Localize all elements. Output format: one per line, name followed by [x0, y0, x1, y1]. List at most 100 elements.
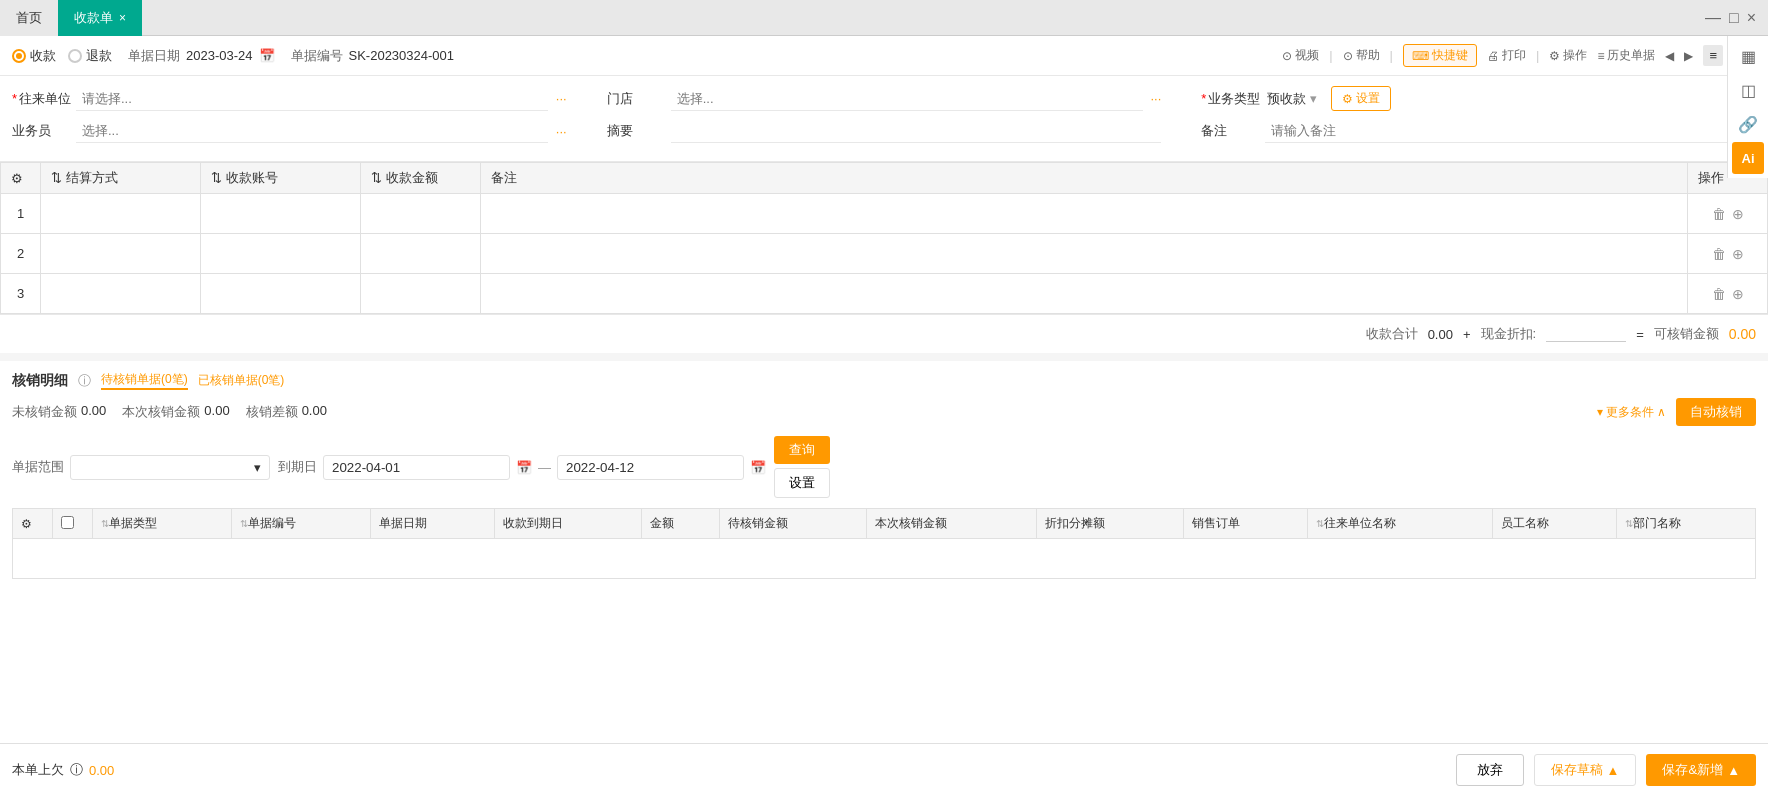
- doc-date-group: 单据日期 2023-03-24 📅: [128, 47, 275, 65]
- tab-receipt[interactable]: 收款单 ×: [58, 0, 142, 36]
- col-amount-label: 收款金额: [386, 170, 438, 185]
- row2-amount[interactable]: [361, 234, 481, 274]
- info-icon[interactable]: ⓘ: [78, 372, 91, 390]
- doc-no-value[interactable]: SK-20230324-001: [349, 48, 455, 63]
- row2-account[interactable]: [201, 234, 361, 274]
- btn-video[interactable]: ⊙ 视频: [1282, 47, 1319, 64]
- col-remark-label: 备注: [491, 170, 517, 185]
- history-icon: ≡: [1597, 49, 1604, 63]
- sidebar-doc-icon[interactable]: ◫: [1732, 74, 1764, 106]
- row2-copy-icon[interactable]: ⊕: [1732, 246, 1744, 262]
- row3-remark[interactable]: [481, 274, 1688, 314]
- unverified-label: 未核销金额: [12, 403, 77, 421]
- row3-settle[interactable]: [41, 274, 201, 314]
- radio-refund[interactable]: 退款: [68, 47, 112, 65]
- video-icon: ⊙: [1282, 49, 1292, 63]
- btn-help[interactable]: ⊙ 帮助: [1343, 47, 1380, 64]
- doc-date-value[interactable]: 2023-03-24: [186, 48, 253, 63]
- query-button[interactable]: 查询: [774, 436, 830, 464]
- sidebar-table-icon[interactable]: ▦: [1732, 40, 1764, 72]
- business-type-select[interactable]: 预收款 ▾: [1267, 90, 1317, 108]
- counterpart-input[interactable]: [76, 87, 548, 111]
- salesperson-more[interactable]: ···: [556, 124, 567, 139]
- table-row: 3 🗑 ⊕: [1, 274, 1768, 314]
- row3-account[interactable]: [201, 274, 361, 314]
- equals-sign: =: [1636, 327, 1644, 342]
- btn-print[interactable]: 🖨 打印: [1487, 47, 1526, 64]
- sub-col-gear[interactable]: ⚙: [13, 509, 53, 539]
- salesperson-input[interactable]: [76, 119, 548, 143]
- plus-sign: +: [1463, 327, 1471, 342]
- discount-label: 现金折扣:: [1481, 325, 1537, 343]
- table-row: 1 🗑 ⊕: [1, 194, 1768, 234]
- row3-delete-icon[interactable]: 🗑: [1712, 286, 1726, 302]
- col-remark-header: 备注: [481, 163, 1688, 194]
- row2-action: 🗑 ⊕: [1688, 234, 1768, 274]
- row1-copy-icon[interactable]: ⊕: [1732, 206, 1744, 222]
- counterpart-more[interactable]: ···: [556, 91, 567, 106]
- auto-cancel-button[interactable]: 自动核销: [1676, 398, 1756, 426]
- tab-receipt-label: 收款单: [74, 9, 113, 27]
- more-conditions-btn[interactable]: ▾ 更多条件 ∧: [1597, 404, 1666, 421]
- print-icon: 🖨: [1487, 49, 1499, 63]
- save-new-button[interactable]: 保存&新增 ▲: [1646, 754, 1756, 786]
- completed-tab[interactable]: 已核销单据(0笔): [198, 372, 285, 389]
- diff-val: 0.00: [302, 403, 327, 421]
- sub-col-checkbox[interactable]: [53, 509, 93, 539]
- summary-input[interactable]: [671, 119, 1162, 143]
- row3-amount[interactable]: [361, 274, 481, 314]
- nav-right[interactable]: ▶: [1684, 49, 1693, 63]
- gear-icon: ⚙: [1342, 92, 1353, 106]
- discard-button[interactable]: 放弃: [1456, 754, 1524, 786]
- select-all-checkbox[interactable]: [61, 516, 74, 529]
- radio-receipt[interactable]: 收款: [12, 47, 56, 65]
- row1-settle[interactable]: [41, 194, 201, 234]
- store-more[interactable]: ···: [1151, 91, 1162, 106]
- date-from-input[interactable]: [323, 455, 510, 480]
- row1-amount[interactable]: [361, 194, 481, 234]
- chevron-up-icon: ∧: [1657, 405, 1666, 419]
- btn-print-label: 打印: [1502, 47, 1526, 64]
- sep1: |: [1329, 48, 1332, 63]
- store-input[interactable]: [671, 87, 1143, 111]
- discount-input[interactable]: [1546, 326, 1626, 342]
- row1-account[interactable]: [201, 194, 361, 234]
- form-row-2: 业务员 ··· 摘要 备注: [12, 119, 1756, 143]
- sub-col-no-header: ⇅单据编号: [232, 509, 371, 539]
- set-button[interactable]: 设置: [774, 468, 830, 498]
- verifiable-label: 可核销金额: [1654, 325, 1719, 343]
- right-sidebar: ▦ ◫ 🔗 Ai: [1727, 36, 1768, 178]
- btn-shortcut[interactable]: ⌨ 快捷键: [1403, 44, 1477, 67]
- row3-copy-icon[interactable]: ⊕: [1732, 286, 1744, 302]
- sidebar-link-icon[interactable]: 🔗: [1732, 108, 1764, 140]
- save-draft-button[interactable]: 保存草稿 ▲: [1534, 754, 1637, 786]
- row2-delete-icon[interactable]: 🗑: [1712, 246, 1726, 262]
- sidebar-ai-icon[interactable]: Ai: [1732, 142, 1764, 174]
- cal-from-icon[interactable]: 📅: [516, 460, 532, 475]
- minimize-icon[interactable]: —: [1705, 9, 1721, 27]
- maximize-icon[interactable]: □: [1729, 9, 1739, 27]
- col-gear-header[interactable]: ⚙: [1, 163, 41, 194]
- tab-home[interactable]: 首页: [0, 0, 58, 36]
- store-label: 门店: [607, 90, 667, 108]
- range-select[interactable]: ▾: [70, 455, 270, 480]
- sub-col-counterpart-header: ⇅往来单位名称: [1307, 509, 1492, 539]
- date-to-input[interactable]: [557, 455, 744, 480]
- layout-icon[interactable]: ≡: [1703, 45, 1723, 66]
- pending-tab[interactable]: 待核销单据(0笔): [101, 371, 188, 390]
- cal-to-icon[interactable]: 📅: [750, 460, 766, 475]
- calendar-icon[interactable]: 📅: [259, 48, 275, 63]
- close-icon[interactable]: ×: [1747, 9, 1756, 27]
- date-actions: 查询 设置: [774, 436, 830, 498]
- row1-remark[interactable]: [481, 194, 1688, 234]
- sub-gear-icon: ⚙: [21, 517, 32, 531]
- row2-settle[interactable]: [41, 234, 201, 274]
- nav-left[interactable]: ◀: [1665, 49, 1674, 63]
- row2-remark[interactable]: [481, 234, 1688, 274]
- btn-history[interactable]: ≡ 历史单据: [1597, 47, 1655, 64]
- row1-delete-icon[interactable]: 🗑: [1712, 206, 1726, 222]
- btn-operation[interactable]: ⚙ 操作: [1549, 47, 1587, 64]
- tab-close-icon[interactable]: ×: [119, 11, 126, 25]
- settings-button[interactable]: ⚙ 设置: [1331, 86, 1391, 111]
- remarks-input[interactable]: [1265, 119, 1756, 143]
